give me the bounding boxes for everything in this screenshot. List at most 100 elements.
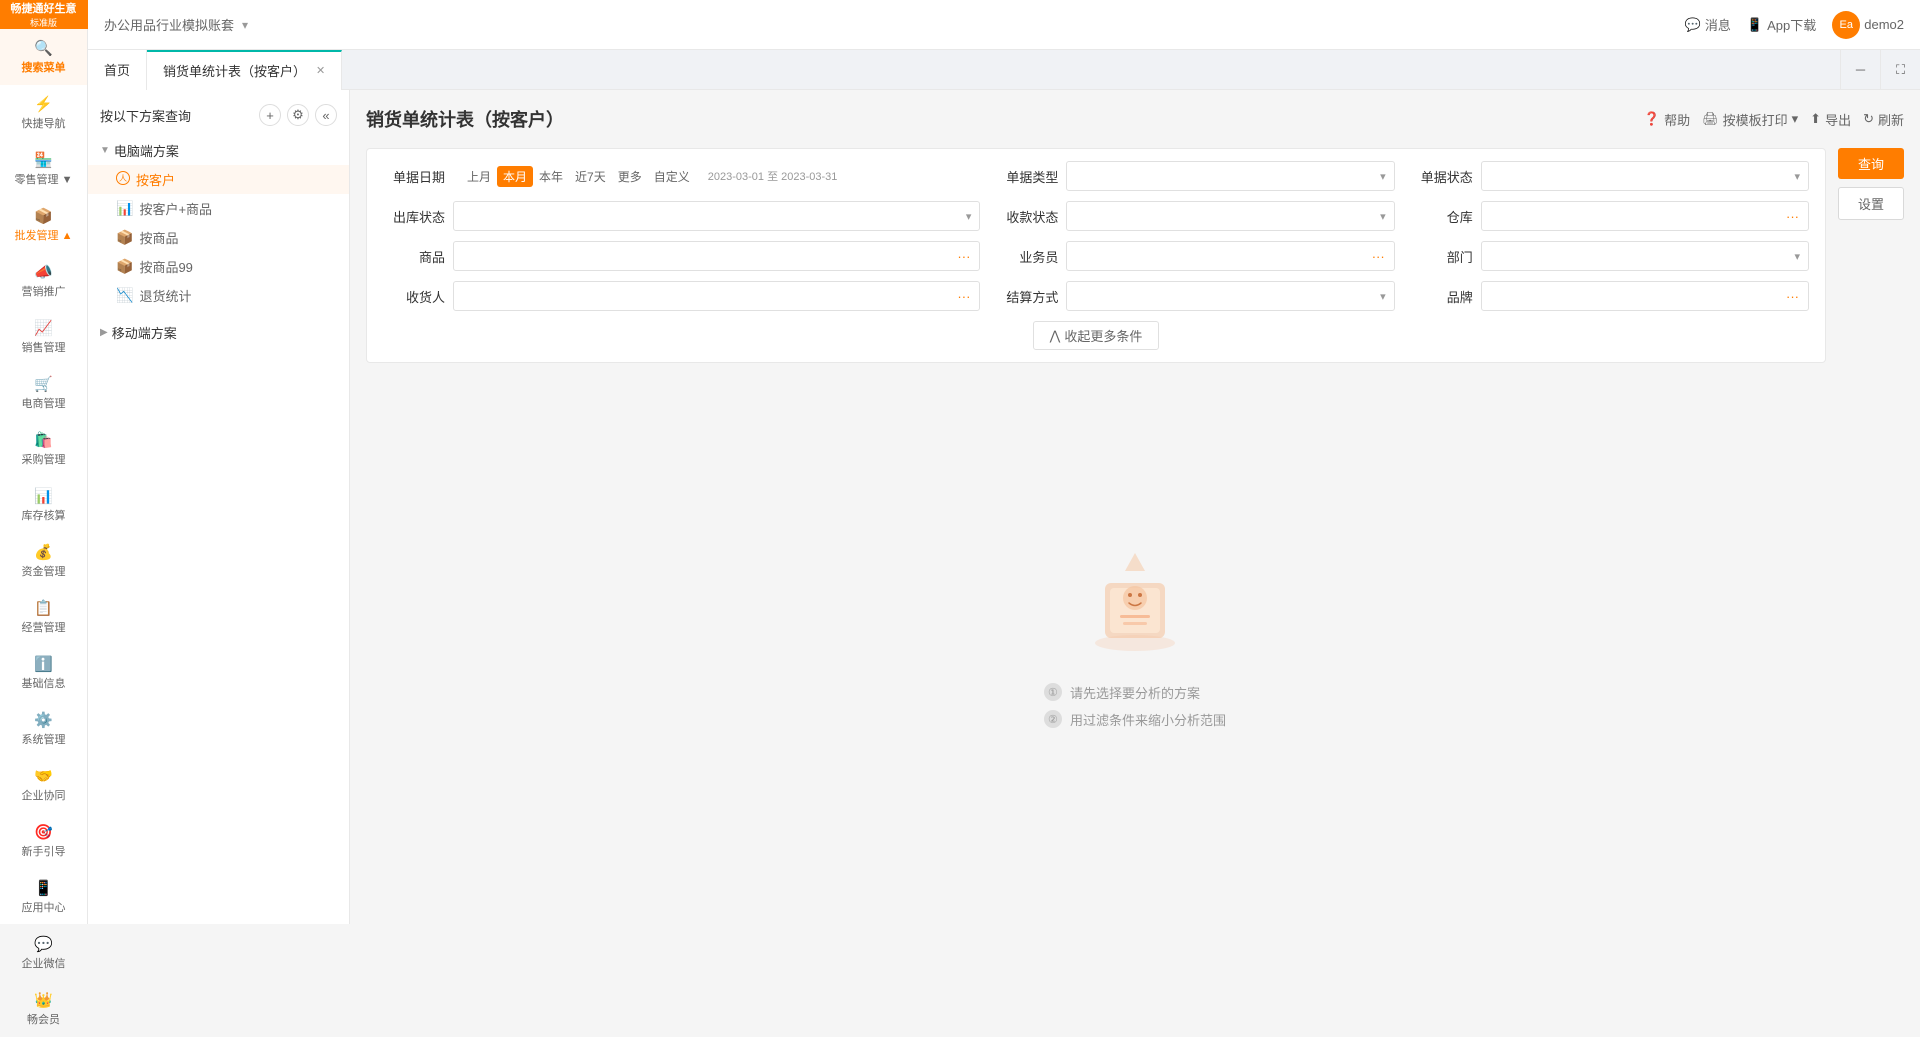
message-label: 消息 xyxy=(1705,15,1731,34)
sidebar-item-基础信息[interactable]: ℹ️ 基础信息 xyxy=(0,645,87,701)
section-desktop-label: 电脑端方案 xyxy=(114,141,179,160)
type-select[interactable]: ▾ xyxy=(1066,161,1394,191)
sidebar-item-新手引导[interactable]: 🎯 新手引导 xyxy=(0,813,87,869)
tab-home[interactable]: 首页 xyxy=(88,50,147,90)
print-icon: 🖨 xyxy=(1702,111,1719,127)
warehouse-input[interactable] xyxy=(1481,201,1809,231)
sidebar-item-label: 营销推广 xyxy=(22,283,66,299)
content-area: 按以下方案查询 + ⚙ « ▼ 电脑端方案 人 按客户 xyxy=(88,90,1920,924)
scheme-desktop-title[interactable]: ▼ 电脑端方案 xyxy=(88,136,349,165)
message-icon: 💬 xyxy=(1685,17,1701,33)
date-this-year-btn[interactable]: 本年 xyxy=(533,166,569,187)
tab-minimize-btn[interactable]: ─ xyxy=(1840,50,1880,90)
scheme-add-btn[interactable]: + xyxy=(259,104,281,126)
collapse-btn[interactable]: ⋀ 收起更多条件 xyxy=(1033,321,1160,350)
sidebar-item-快捷导航[interactable]: ⚡ 快捷导航 xyxy=(0,85,87,141)
staff-dots-icon[interactable]: ··· xyxy=(1368,249,1389,264)
scheme-item-goods-label: 按商品 xyxy=(139,228,178,247)
sidebar-item-采购管理[interactable]: 🛍️ 采购管理 xyxy=(0,421,87,477)
goods-input[interactable] xyxy=(453,241,980,271)
settings-btn[interactable]: 设置 xyxy=(1838,187,1904,220)
app-download-btn[interactable]: 📱 App下载 xyxy=(1747,15,1816,34)
sidebar-item-电商管理[interactable]: 🛒 电商管理 xyxy=(0,365,87,421)
date-last-month-btn[interactable]: 上月 xyxy=(461,166,497,187)
tab-expand-btn[interactable]: ⛶ xyxy=(1880,50,1920,90)
dept-select[interactable]: ▾ xyxy=(1481,241,1809,271)
receipt-select[interactable]: ▾ xyxy=(1066,201,1394,231)
sidebar-item-零售管理[interactable]: 🏪 零售管理 ▼ xyxy=(0,141,87,197)
sidebar-item-销售管理[interactable]: 📈 销售管理 xyxy=(0,309,87,365)
filter-area: 销货单统计表（按客户） ❓ 帮助 🖨 按模板打印 ▾ ⬆ 导出 xyxy=(350,90,1920,924)
filter-cell-warehouse: 仓库 ··· xyxy=(1411,201,1809,231)
scheme-collapse-btn[interactable]: « xyxy=(315,104,337,126)
scheme-settings-btn[interactable]: ⚙ xyxy=(287,104,309,126)
user-name: demo2 xyxy=(1864,17,1904,32)
scheme-item-goods[interactable]: 📦 按商品 xyxy=(88,223,349,252)
refresh-btn[interactable]: ↻ 刷新 xyxy=(1863,110,1904,129)
sidebar-item-系统管理[interactable]: ⚙️ 系统管理 xyxy=(0,701,87,757)
scheme-item-customer-goods[interactable]: 📊 按客户+商品 xyxy=(88,194,349,223)
sidebar-item-企业微信[interactable]: 💬 企业微信 xyxy=(0,925,87,981)
tab-close-icon[interactable]: ✕ xyxy=(316,64,325,77)
goods-input-wrapper: ··· xyxy=(453,241,980,271)
date-more-btn[interactable]: 更多 xyxy=(612,166,648,187)
sidebar-item-资金管理[interactable]: 💰 资金管理 xyxy=(0,533,87,589)
customer-goods-icon: 📊 xyxy=(116,200,133,217)
sidebar-icon: ⚙️ xyxy=(34,711,53,729)
scheme-item-goods99[interactable]: 📦 按商品99 xyxy=(88,252,349,281)
sidebar-item-批发管理[interactable]: 📦 批发管理 ▲ xyxy=(0,197,87,253)
sidebar-item-库存核算[interactable]: 📊 库存核算 xyxy=(0,477,87,533)
receipt-arrow-icon: ▾ xyxy=(1380,210,1386,223)
header-right: 💬 消息 📱 App下载 Ea demo2 xyxy=(1685,11,1904,39)
scheme-item-by-customer[interactable]: 人 按客户 xyxy=(88,165,349,194)
sidebar-item-营销推广[interactable]: 📣 营销推广 xyxy=(0,253,87,309)
type-label: 单据类型 xyxy=(996,167,1066,186)
goods-icon: 📦 xyxy=(116,229,133,246)
print-btn[interactable]: 🖨 按模板打印 ▾ xyxy=(1702,110,1798,129)
sidebar-item-搜索菜单[interactable]: 🔍 搜索菜单 xyxy=(0,29,87,85)
empty-tips: ① 请先选择要分析的方案 ② 用过滤条件来缩小分析范围 xyxy=(1044,683,1226,729)
tab-bar: 首页 销货单统计表（按客户） ✕ ─ ⛶ xyxy=(88,50,1920,90)
empty-tip-2: ② 用过滤条件来缩小分析范围 xyxy=(1044,710,1226,729)
date-custom-btn[interactable]: 自定义 xyxy=(648,166,696,187)
dept-label: 部门 xyxy=(1411,247,1481,266)
export-btn[interactable]: ⬆ 导出 xyxy=(1810,110,1851,129)
sidebar-item-经营管理[interactable]: 📋 经营管理 xyxy=(0,589,87,645)
sidebar-icon: 🤝 xyxy=(34,767,53,785)
warehouse-dots-icon[interactable]: ··· xyxy=(1782,209,1803,224)
sidebar-item-畅会员[interactable]: 👑 畅会员 xyxy=(0,981,87,1037)
date-last7days-btn[interactable]: 近7天 xyxy=(569,166,612,187)
refresh-icon: ↻ xyxy=(1863,111,1874,127)
help-btn[interactable]: ❓ 帮助 xyxy=(1644,110,1690,129)
tab-sales-stats[interactable]: 销货单统计表（按客户） ✕ xyxy=(147,50,342,90)
date-this-month-btn[interactable]: 本月 xyxy=(497,166,533,187)
staff-input[interactable] xyxy=(1066,241,1394,271)
out-status-select[interactable]: ▾ xyxy=(453,201,980,231)
header-dropdown-icon[interactable]: ▾ xyxy=(242,18,248,32)
goods-dots-icon[interactable]: ··· xyxy=(953,249,974,264)
tip-text-1: 请先选择要分析的方案 xyxy=(1070,683,1200,702)
scheme-mobile-title[interactable]: ▶ 移动端方案 xyxy=(88,318,349,347)
status-select[interactable]: ▾ xyxy=(1481,161,1809,191)
sidebar-item-企业协同[interactable]: 🤝 企业协同 xyxy=(0,757,87,813)
sidebar-item-应用中心[interactable]: 📱 应用中心 xyxy=(0,869,87,925)
scheme-header: 按以下方案查询 + ⚙ « xyxy=(88,98,349,132)
receiver-dots-icon[interactable]: ··· xyxy=(953,289,974,304)
scheme-item-return-stats[interactable]: 📉 退货统计 xyxy=(88,281,349,310)
out-status-label: 出库状态 xyxy=(383,207,453,226)
sidebar-icon: 🔍 xyxy=(34,39,53,57)
settle-select[interactable]: ▾ xyxy=(1066,281,1394,311)
receiver-input[interactable] xyxy=(453,281,980,311)
user-menu[interactable]: Ea demo2 xyxy=(1832,11,1904,39)
sidebar-icon: 📱 xyxy=(34,879,53,897)
sidebar-item-label: 电商管理 xyxy=(22,395,66,411)
query-btn[interactable]: 查询 xyxy=(1838,148,1904,179)
avatar: Ea xyxy=(1832,11,1860,39)
status-select-arrow-icon: ▾ xyxy=(1794,170,1800,183)
sidebar-icon: 👑 xyxy=(34,991,53,1009)
filter-row-3: 商品 ··· 业务员 ··· xyxy=(383,241,1809,271)
tab-home-label: 首页 xyxy=(104,60,130,79)
message-btn[interactable]: 💬 消息 xyxy=(1685,15,1731,34)
brand-input[interactable] xyxy=(1481,281,1809,311)
brand-dots-icon[interactable]: ··· xyxy=(1782,289,1803,304)
